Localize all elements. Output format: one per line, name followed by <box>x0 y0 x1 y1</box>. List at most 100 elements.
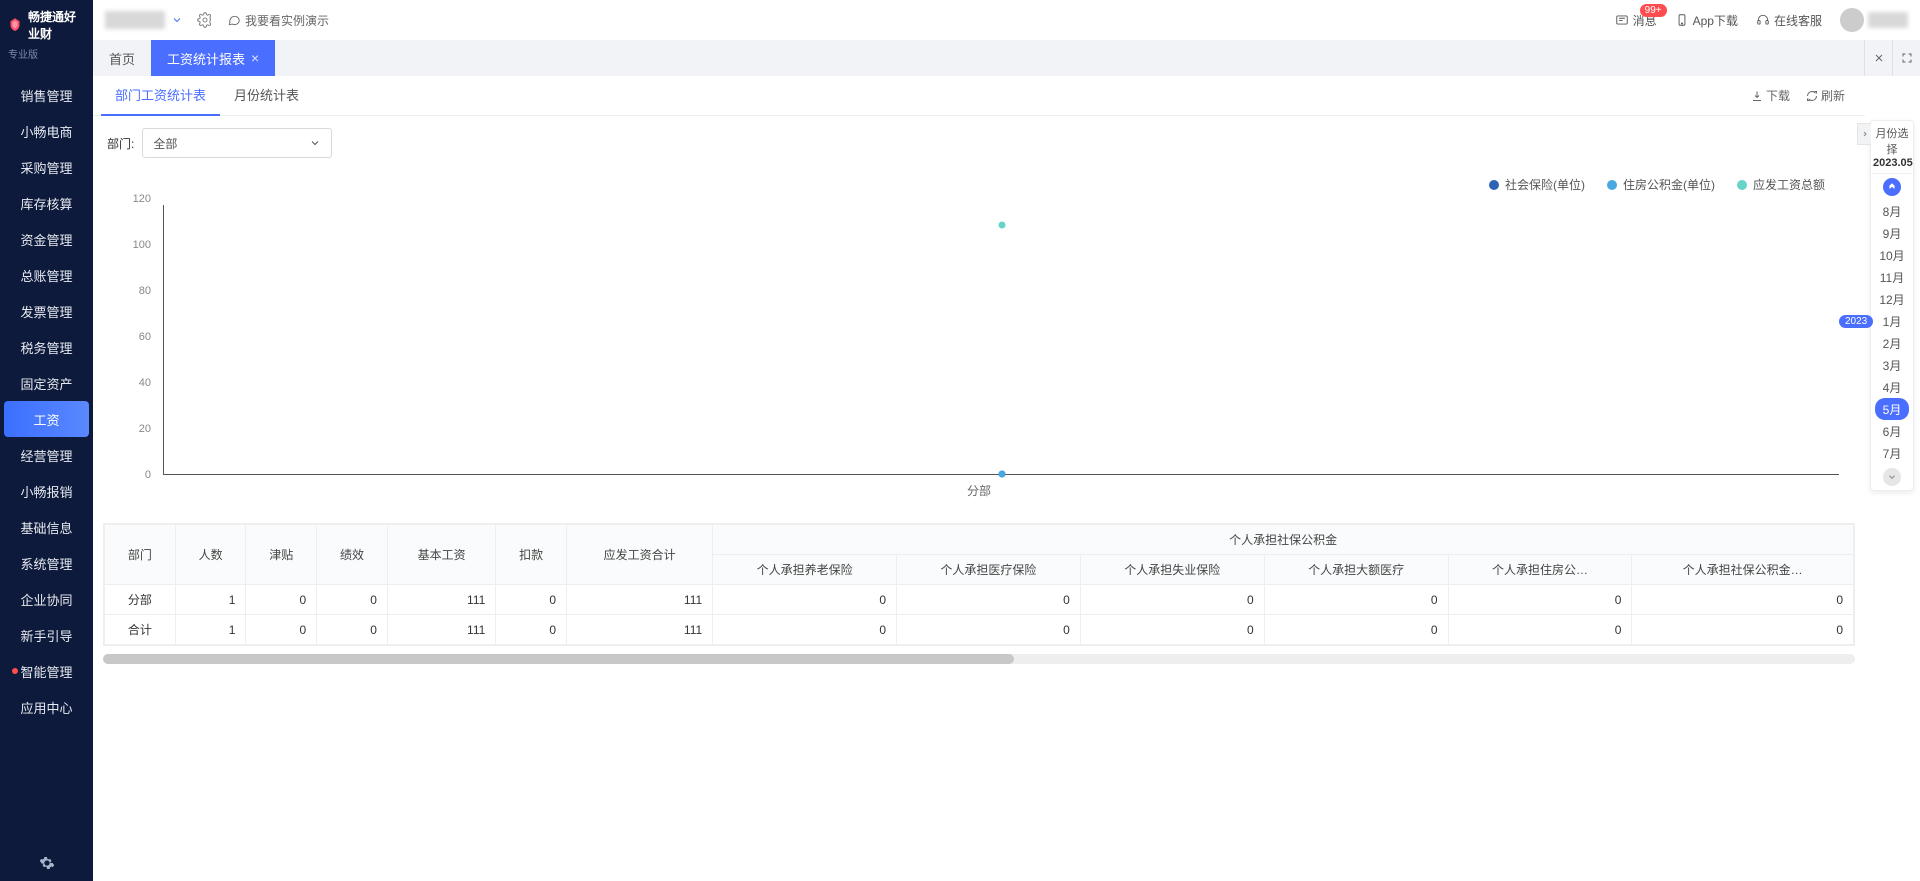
customer-service-button[interactable]: 在线客服 <box>1756 12 1822 29</box>
month-option[interactable]: 8月 <box>1871 200 1913 222</box>
month-selector-panel: 月份选择 2023.05 8月9月10月11月12月20231月2月3月4月5月… <box>1870 120 1914 491</box>
table-cell: 0 <box>1080 585 1264 615</box>
sidebar-item-0[interactable]: 销售管理 <box>0 77 93 113</box>
year-badge: 2023 <box>1839 315 1873 328</box>
month-option[interactable]: 10月 <box>1871 244 1913 266</box>
user-menu[interactable] <box>1840 8 1908 32</box>
tabbar-fullscreen-button[interactable] <box>1892 40 1920 76</box>
sidebar-item-12[interactable]: 基础信息 <box>0 509 93 545</box>
sidebar-item-13[interactable]: 系统管理 <box>0 545 93 581</box>
chevron-down-icon <box>171 14 183 26</box>
table-cell: 0 <box>496 615 567 645</box>
month-option[interactable]: 20231月 <box>1871 310 1913 332</box>
sidebar-item-16[interactable]: 智能管理 <box>0 653 93 689</box>
y-tick: 80 <box>139 285 151 297</box>
sidebar-item-10[interactable]: 经营管理 <box>0 437 93 473</box>
message-icon <box>1615 13 1629 27</box>
table-cell: 0 <box>1080 615 1264 645</box>
table-cell: 0 <box>1448 585 1632 615</box>
headset-icon <box>1756 13 1770 27</box>
legend-swatch <box>1607 180 1617 190</box>
y-tick: 60 <box>139 331 151 343</box>
chat-bubble-icon <box>227 13 241 27</box>
table-subheader: 个人承担社保公积金… <box>1632 555 1854 585</box>
org-name-redacted <box>105 11 165 29</box>
app-download-button[interactable]: App下载 <box>1675 12 1738 29</box>
sidebar-settings[interactable] <box>0 845 93 881</box>
sidebar-item-9[interactable]: 工资 <box>4 401 89 437</box>
brand-edition: 专业版 <box>0 46 93 69</box>
month-option[interactable]: 9月 <box>1871 222 1913 244</box>
tab-home[interactable]: 首页 <box>93 40 151 76</box>
download-button[interactable]: 下载 <box>1751 87 1790 104</box>
subtab-month-stats[interactable]: 月份统计表 <box>220 76 313 116</box>
sidebar-item-11[interactable]: 小畅报销 <box>0 473 93 509</box>
sidebar-item-6[interactable]: 发票管理 <box>0 293 93 329</box>
sidebar-item-7[interactable]: 税务管理 <box>0 329 93 365</box>
table-header: 基本工资 <box>387 525 495 585</box>
table-cell: 0 <box>897 585 1081 615</box>
refresh-button[interactable]: 刷新 <box>1806 87 1845 104</box>
org-selector[interactable] <box>105 11 183 29</box>
settings-icon[interactable] <box>197 12 213 28</box>
sidebar-item-3[interactable]: 库存核算 <box>0 185 93 221</box>
table-cell: 合计 <box>105 615 176 645</box>
messages-badge: 99+ <box>1640 4 1667 17</box>
phone-icon <box>1675 13 1689 27</box>
subtab-dept-stats[interactable]: 部门工资统计表 <box>101 76 220 116</box>
month-option[interactable]: 6月 <box>1871 420 1913 442</box>
scrollbar-thumb[interactable] <box>103 654 1014 664</box>
table-header: 津贴 <box>246 525 317 585</box>
y-tick: 20 <box>139 423 151 435</box>
month-option[interactable]: 3月 <box>1871 354 1913 376</box>
tab-salary-report[interactable]: 工资统计报表 × <box>151 40 275 76</box>
month-option[interactable]: 5月 <box>1875 398 1909 420</box>
month-option[interactable]: 11月 <box>1871 266 1913 288</box>
sidebar-item-5[interactable]: 总账管理 <box>0 257 93 293</box>
dept-filter-select[interactable]: 全部 <box>142 128 332 158</box>
close-icon[interactable]: × <box>251 50 259 66</box>
legend-item[interactable]: 应发工资总额 <box>1737 176 1825 193</box>
table-cell: 0 <box>1632 585 1854 615</box>
month-option[interactable]: 12月 <box>1871 288 1913 310</box>
table-header-group: 个人承担社保公积金 <box>713 525 1854 555</box>
filter-row: 部门: 全部 <box>93 116 1865 170</box>
month-scroll-down[interactable] <box>1883 468 1901 486</box>
table-container: 部门人数津贴绩效基本工资扣款应发工资合计个人承担社保公积金个人承担养老保险个人承… <box>103 523 1855 646</box>
avatar <box>1840 8 1864 32</box>
sidebar-item-15[interactable]: 新手引导 <box>0 617 93 653</box>
legend-item[interactable]: 社会保险(单位) <box>1489 176 1585 193</box>
table-cell: 0 <box>713 615 897 645</box>
download-icon <box>1751 90 1763 102</box>
table-header: 人数 <box>175 525 246 585</box>
panel-collapse-button[interactable] <box>1857 123 1871 145</box>
chevron-down-icon <box>309 137 321 149</box>
chart: 020406080100120 分部 <box>119 199 1839 499</box>
month-option[interactable]: 4月 <box>1871 376 1913 398</box>
sidebar-item-1[interactable]: 小畅电商 <box>0 113 93 149</box>
sidebar-item-17[interactable]: 应用中心 <box>0 689 93 725</box>
chart-point <box>998 222 1005 229</box>
demo-link[interactable]: 我要看实例演示 <box>227 12 329 29</box>
month-option[interactable]: 7月 <box>1871 442 1913 464</box>
table-cell: 111 <box>387 585 495 615</box>
table-cell: 111 <box>567 615 713 645</box>
table-cell: 0 <box>246 615 317 645</box>
legend-item[interactable]: 住房公积金(单位) <box>1607 176 1715 193</box>
sidebar-item-8[interactable]: 固定资产 <box>0 365 93 401</box>
table-subheader: 个人承担失业保险 <box>1080 555 1264 585</box>
horizontal-scrollbar[interactable] <box>103 654 1855 664</box>
table-row: 合计1001110111000000 <box>105 615 1854 645</box>
table-cell: 0 <box>317 615 388 645</box>
messages-button[interactable]: 消息 99+ <box>1615 12 1657 29</box>
month-scroll-up[interactable] <box>1883 178 1901 196</box>
sidebar-item-14[interactable]: 企业协同 <box>0 581 93 617</box>
table-subheader: 个人承担医疗保险 <box>897 555 1081 585</box>
tabbar-close-button[interactable] <box>1864 40 1892 76</box>
sidebar-item-2[interactable]: 采购管理 <box>0 149 93 185</box>
month-option[interactable]: 2月 <box>1871 332 1913 354</box>
sidebar-item-4[interactable]: 资金管理 <box>0 221 93 257</box>
table-cell: 0 <box>1448 615 1632 645</box>
table-cell: 111 <box>387 615 495 645</box>
table-cell: 0 <box>496 585 567 615</box>
